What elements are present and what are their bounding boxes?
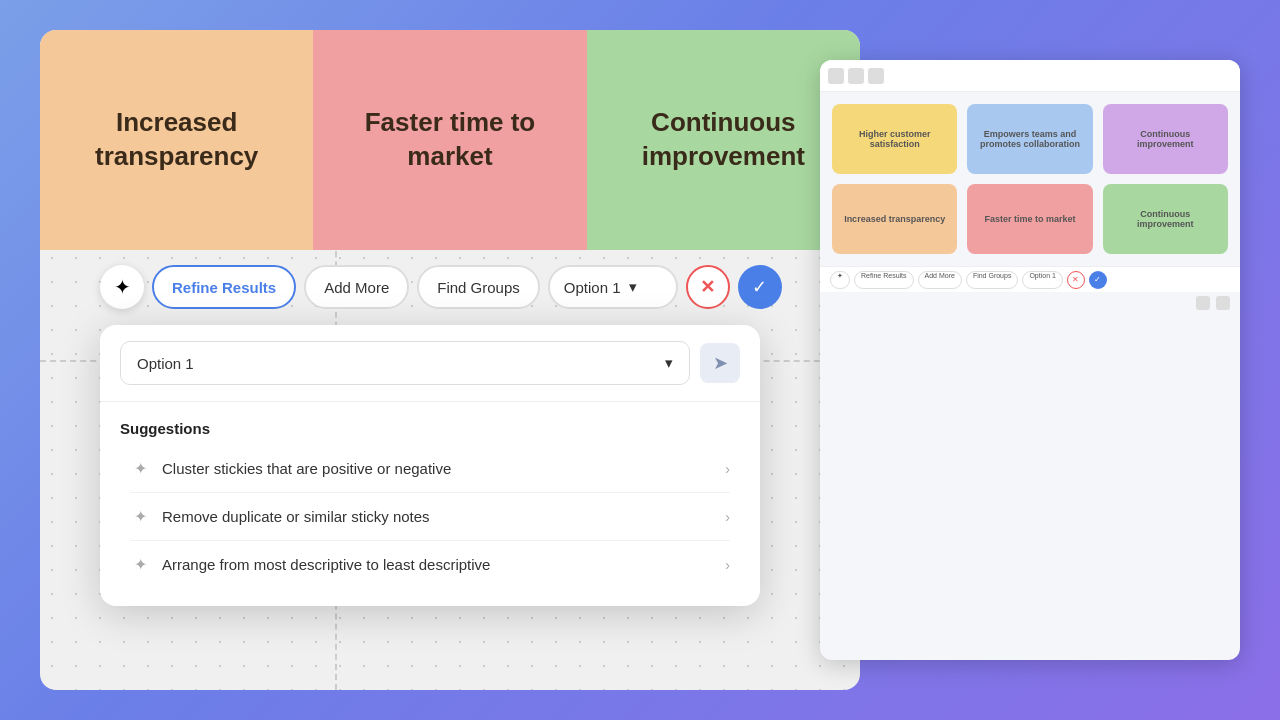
app-find-btn[interactable]: Find Groups	[966, 271, 1019, 289]
cancel-button[interactable]: ✕	[686, 265, 730, 309]
app-sticky-5: Faster time to market	[967, 184, 1092, 254]
app-bottom-bar	[820, 292, 1240, 314]
sparkle-icon-3: ✦	[130, 555, 150, 574]
app-add-btn[interactable]: Add More	[918, 271, 962, 289]
suggestion-text-1: Cluster stickies that are positive or ne…	[162, 460, 451, 477]
confirm-icon: ✓	[752, 276, 767, 298]
suggestion-left-2: ✦ Remove duplicate or similar sticky not…	[130, 507, 430, 526]
add-more-button[interactable]: Add More	[304, 265, 409, 309]
dropdown-header: Option 1 ▾ ➤	[100, 325, 760, 402]
toolbar-row: ✦ Refine Results Add More Find Groups Op…	[100, 265, 782, 309]
suggestion-left-3: ✦ Arrange from most descriptive to least…	[130, 555, 490, 574]
suggestion-item-1[interactable]: ✦ Cluster stickies that are positive or …	[120, 445, 740, 492]
app-sticky-6: Continuous improvement	[1103, 184, 1228, 254]
app-sticky-1: Higher customer satisfaction	[832, 104, 957, 174]
confirm-button[interactable]: ✓	[738, 265, 782, 309]
lock-icon	[1216, 296, 1230, 310]
app-magic-btn[interactable]: ✦	[830, 271, 850, 289]
sticky-note-continuous: Continuous improvement	[587, 30, 860, 250]
zoom-icon	[1196, 296, 1210, 310]
suggestion-text-3: Arrange from most descriptive to least d…	[162, 556, 490, 573]
app-topbar-icon-2	[848, 68, 864, 84]
app-sticky-grid: Higher customer satisfaction Empowers te…	[820, 92, 1240, 266]
sticky-note-transparency: Increased transparency	[40, 30, 313, 250]
suggestion-left-1: ✦ Cluster stickies that are positive or …	[130, 459, 451, 478]
option-select[interactable]: Option 1 ▾	[548, 265, 678, 309]
dropdown-panel: Option 1 ▾ ➤ Suggestions ✦ Cluster stick…	[100, 325, 760, 606]
chevron-right-icon-2: ›	[725, 509, 730, 525]
app-topbar-icon-3	[868, 68, 884, 84]
chevron-right-icon-3: ›	[725, 557, 730, 573]
sticky-note-faster: Faster time to market	[313, 30, 586, 250]
suggestion-item-2[interactable]: ✦ Remove duplicate or similar sticky not…	[120, 493, 740, 540]
app-mini-toolbar: ✦ Refine Results Add More Find Groups Op…	[820, 266, 1240, 292]
sticky-notes-row: Increased transparency Faster time to ma…	[40, 30, 860, 250]
app-refine-btn[interactable]: Refine Results	[854, 271, 914, 289]
app-confirm-btn[interactable]: ✓	[1089, 271, 1107, 289]
sparkle-icon-1: ✦	[130, 459, 150, 478]
send-button[interactable]: ➤	[700, 343, 740, 383]
app-sticky-3: Continuous improvement	[1103, 104, 1228, 174]
app-sticky-4: Increased transparency	[832, 184, 957, 254]
chevron-right-icon-1: ›	[725, 461, 730, 477]
suggestion-text-2: Remove duplicate or similar sticky notes	[162, 508, 430, 525]
magic-button[interactable]: ✦	[100, 265, 144, 309]
app-panel: Higher customer satisfaction Empowers te…	[820, 60, 1240, 660]
chevron-down-icon: ▾	[665, 354, 673, 372]
cancel-icon: ✕	[700, 276, 715, 298]
app-topbar	[820, 60, 1240, 92]
suggestion-item-3[interactable]: ✦ Arrange from most descriptive to least…	[120, 541, 740, 588]
dropdown-select[interactable]: Option 1 ▾	[120, 341, 690, 385]
whiteboard-panel: Increased transparency Faster time to ma…	[40, 30, 860, 690]
send-icon: ➤	[713, 352, 728, 374]
app-option-select[interactable]: Option 1	[1022, 271, 1062, 289]
suggestions-title: Suggestions	[120, 420, 740, 437]
app-cancel-btn[interactable]: ✕	[1067, 271, 1085, 289]
refine-results-button[interactable]: Refine Results	[152, 265, 296, 309]
app-topbar-icon	[828, 68, 844, 84]
suggestions-section: Suggestions ✦ Cluster stickies that are …	[100, 402, 760, 606]
app-sticky-2: Empowers teams and promotes collaboratio…	[967, 104, 1092, 174]
sparkle-icon-2: ✦	[130, 507, 150, 526]
find-groups-button[interactable]: Find Groups	[417, 265, 540, 309]
